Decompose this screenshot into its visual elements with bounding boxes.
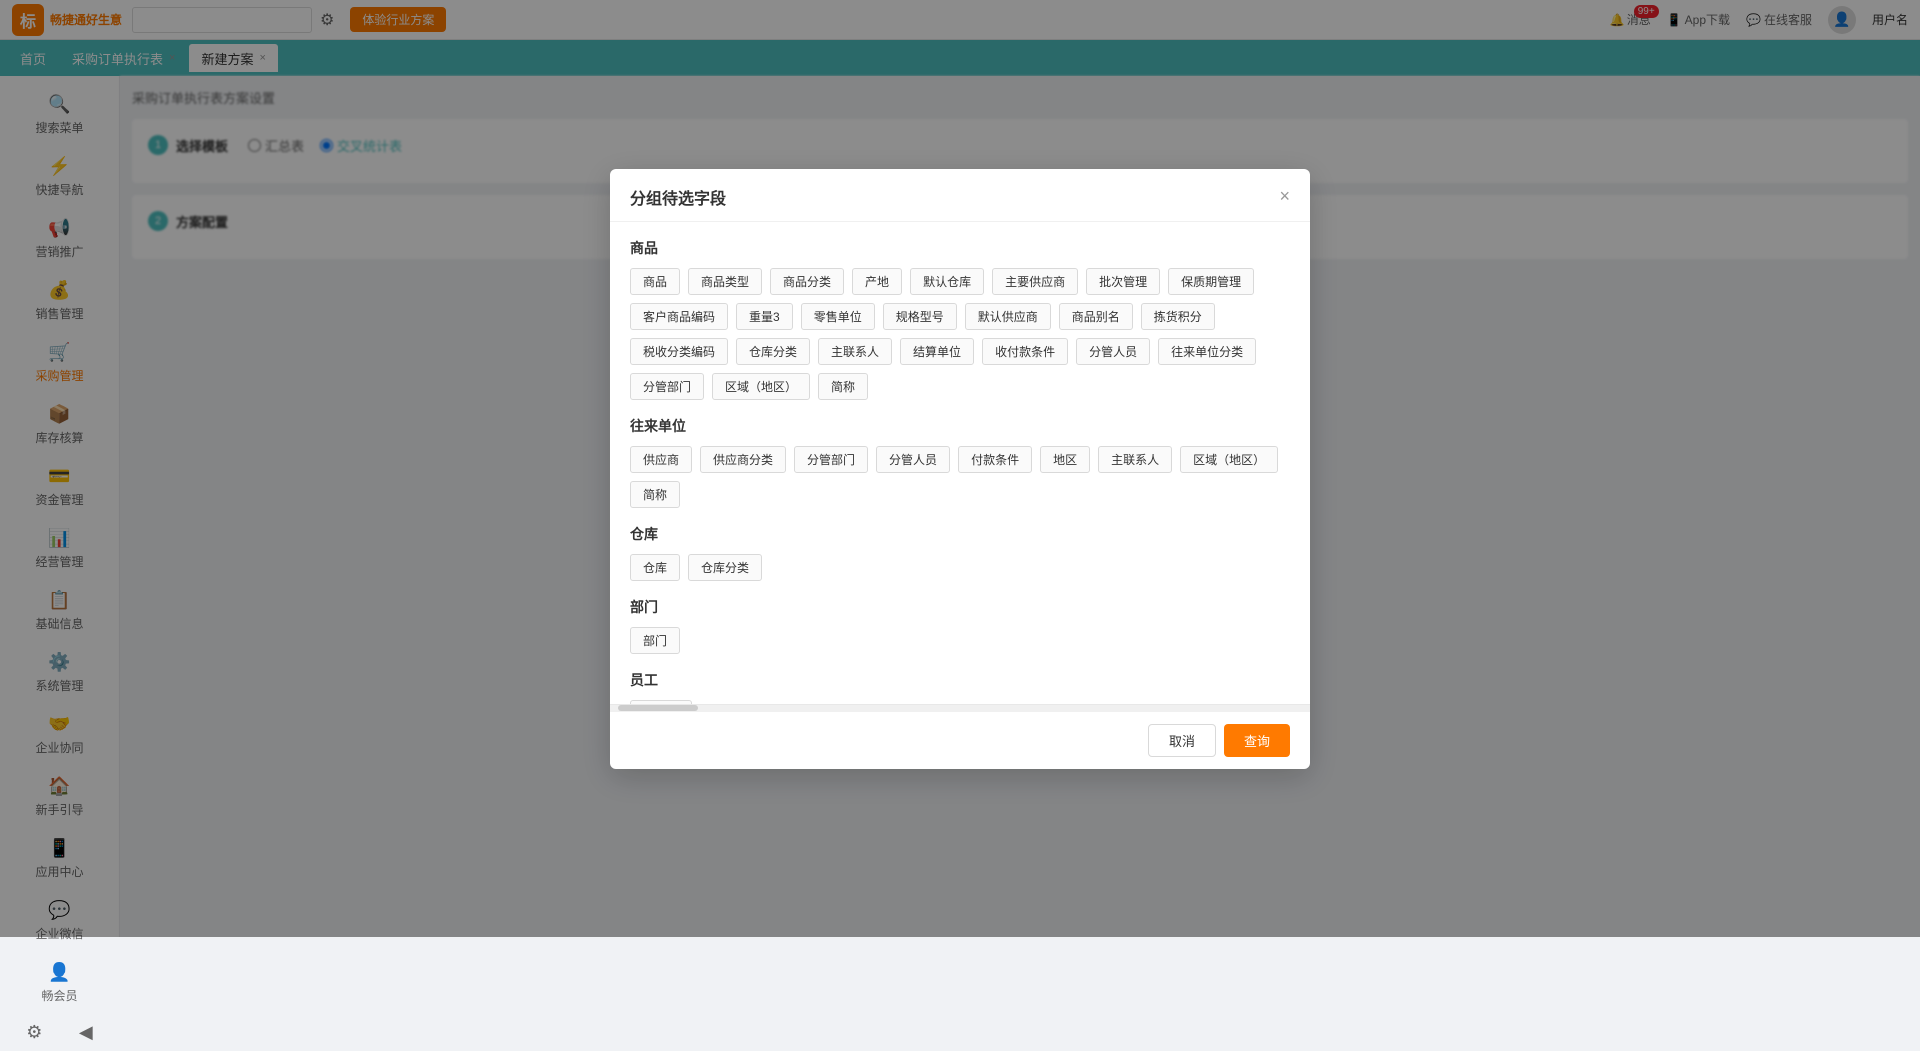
field-tag[interactable]: 零售单位: [801, 303, 875, 330]
section-title-partner: 往来单位: [630, 416, 1290, 436]
sidebar-settings-btn[interactable]: ⚙: [26, 1022, 42, 1043]
field-tag[interactable]: 结算单位: [900, 338, 974, 365]
field-select-modal: 分组待选字段 × 商品 商品 商品类型 商品分类 产地 默认仓库 主要供应商 批…: [610, 169, 1310, 769]
field-grid-product: 商品 商品类型 商品分类 产地 默认仓库 主要供应商 批次管理 保质期管理 客户…: [630, 268, 1290, 400]
sidebar-item-member[interactable]: 👤 畅会员: [0, 952, 119, 1014]
field-tag[interactable]: 重量3: [736, 303, 793, 330]
field-tag[interactable]: 分管部门: [794, 446, 868, 473]
section-title-department: 部门: [630, 597, 1290, 617]
field-tag[interactable]: 收付款条件: [982, 338, 1068, 365]
field-tag[interactable]: 产地: [852, 268, 902, 295]
field-tag[interactable]: 默认仓库: [910, 268, 984, 295]
field-tag[interactable]: 区域（地区）: [712, 373, 810, 400]
field-tag[interactable]: 税收分类编码: [630, 338, 728, 365]
modal-title: 分组待选字段: [630, 185, 726, 209]
field-tag[interactable]: 商品类型: [688, 268, 762, 295]
field-tag[interactable]: 主联系人: [1098, 446, 1172, 473]
field-tag[interactable]: 部门: [630, 627, 680, 654]
modal-close-button[interactable]: ×: [1279, 186, 1290, 207]
field-tag[interactable]: 拣货积分: [1141, 303, 1215, 330]
field-tag[interactable]: 主联系人: [818, 338, 892, 365]
field-tag[interactable]: 仓库分类: [688, 554, 762, 581]
field-tag[interactable]: 分管人员: [876, 446, 950, 473]
member-icon: 👤: [48, 962, 70, 983]
modal-overlay: 分组待选字段 × 商品 商品 商品类型 商品分类 产地 默认仓库 主要供应商 批…: [0, 0, 1920, 937]
section-title-employee: 员工: [630, 670, 1290, 690]
field-tag[interactable]: 主要供应商: [992, 268, 1078, 295]
field-tag[interactable]: 仓库分类: [736, 338, 810, 365]
field-tag[interactable]: 往来单位分类: [1158, 338, 1256, 365]
section-title-product: 商品: [630, 238, 1290, 258]
section-title-warehouse: 仓库: [630, 524, 1290, 544]
field-tag[interactable]: 分管部门: [630, 373, 704, 400]
sidebar-collapse-btn[interactable]: ◀: [79, 1022, 93, 1043]
field-tag[interactable]: 区域（地区）: [1180, 446, 1278, 473]
modal-footer: 取消 查询: [610, 711, 1310, 769]
field-grid-warehouse: 仓库 仓库分类: [630, 554, 1290, 581]
field-tag[interactable]: 批次管理: [1086, 268, 1160, 295]
field-tag[interactable]: 商品: [630, 268, 680, 295]
field-tag[interactable]: 客户商品编码: [630, 303, 728, 330]
field-tag[interactable]: 分管人员: [1076, 338, 1150, 365]
field-tag[interactable]: 简称: [818, 373, 868, 400]
field-tag[interactable]: 默认供应商: [965, 303, 1051, 330]
confirm-button[interactable]: 查询: [1224, 724, 1290, 757]
field-tag[interactable]: 简称: [630, 481, 680, 508]
modal-header: 分组待选字段 ×: [610, 169, 1310, 222]
field-tag[interactable]: 保质期管理: [1168, 268, 1254, 295]
field-tag[interactable]: 商品别名: [1059, 303, 1133, 330]
field-tag[interactable]: 付款条件: [958, 446, 1032, 473]
field-grid-department: 部门: [630, 627, 1290, 654]
field-grid-partner: 供应商 供应商分类 分管部门 分管人员 付款条件 地区 主联系人 区域（地区） …: [630, 446, 1290, 508]
modal-horizontal-scrollbar[interactable]: [610, 704, 1310, 711]
field-tag[interactable]: 供应商分类: [700, 446, 786, 473]
field-tag[interactable]: 地区: [1040, 446, 1090, 473]
modal-body[interactable]: 商品 商品 商品类型 商品分类 产地 默认仓库 主要供应商 批次管理 保质期管理…: [610, 222, 1310, 704]
field-tag[interactable]: 仓库: [630, 554, 680, 581]
cancel-button[interactable]: 取消: [1148, 724, 1216, 757]
field-tag[interactable]: 商品分类: [770, 268, 844, 295]
field-tag[interactable]: 供应商: [630, 446, 692, 473]
field-tag[interactable]: 规格型号: [883, 303, 957, 330]
sidebar-bottom: ⚙ ◀: [0, 1014, 119, 1051]
